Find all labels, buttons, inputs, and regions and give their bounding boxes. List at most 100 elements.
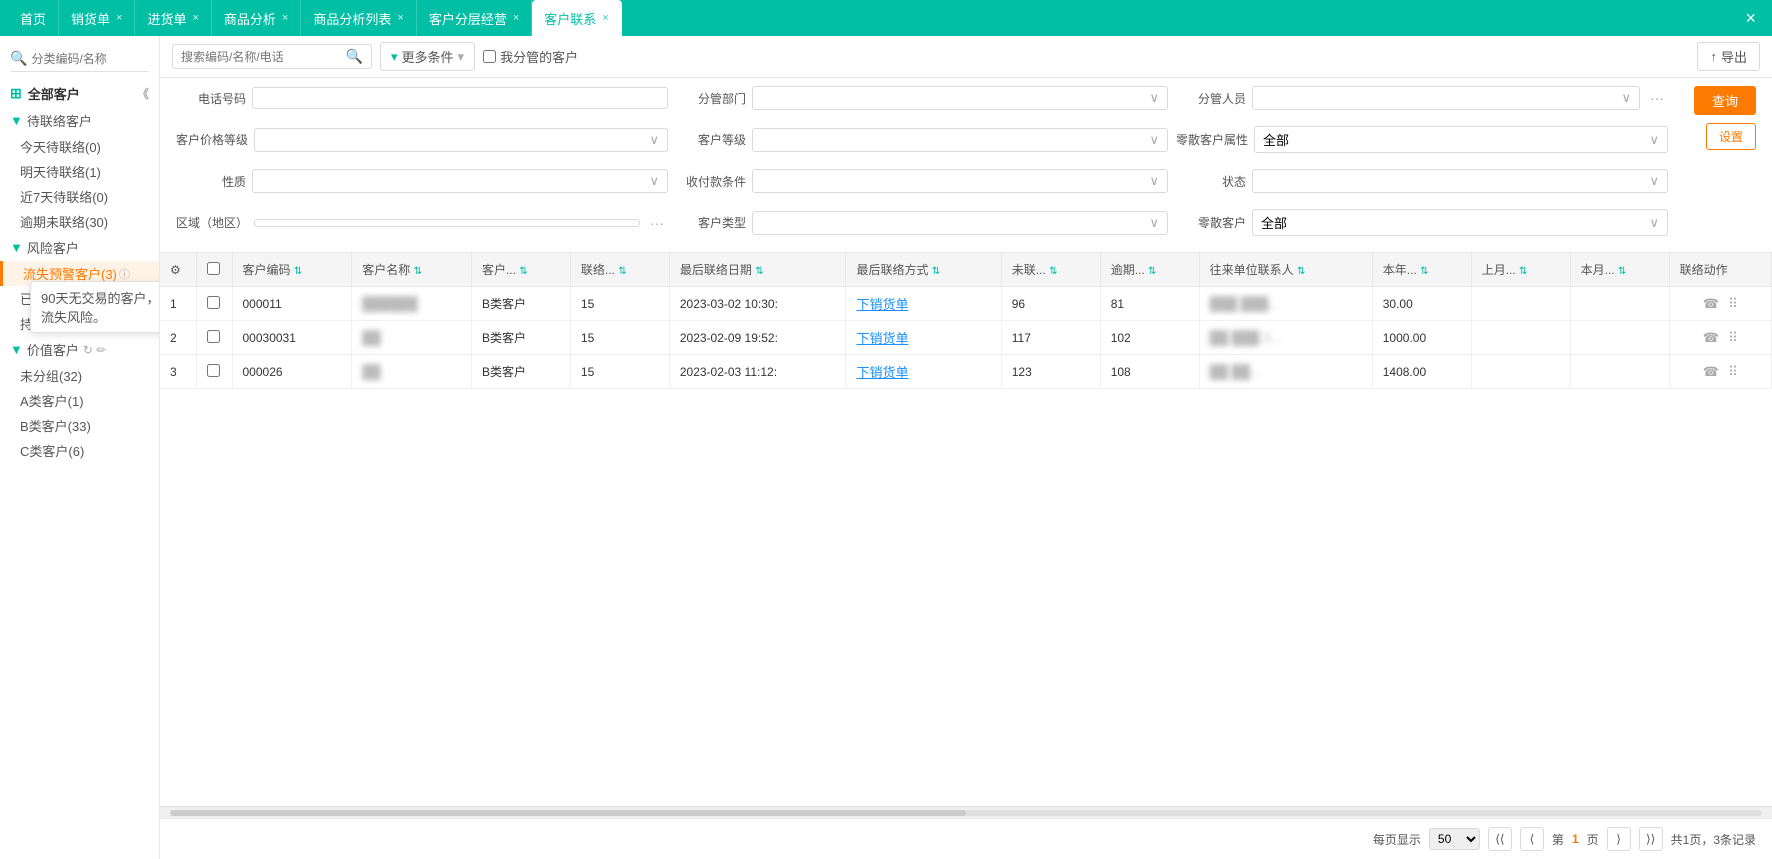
sidebar-item-class-b[interactable]: B类客户(33) <box>0 413 159 438</box>
col-name[interactable]: 客户名称 ⇅ <box>352 253 472 287</box>
horizontal-scrollbar[interactable] <box>160 806 1772 818</box>
sidebar-group-risk[interactable]: ▼ 风险客户 <box>0 234 159 261</box>
sidebar-item-tomorrow[interactable]: 明天待联络(1) <box>0 159 159 184</box>
first-page-button[interactable]: ⟨⟨ <box>1488 827 1512 851</box>
sidebar-all-customers[interactable]: ⊞ 全部客户 《 <box>0 80 159 107</box>
cell-checkbox-1[interactable] <box>196 321 232 355</box>
search-icon[interactable]: 🔍 <box>346 48 363 65</box>
query-button[interactable]: 查询 <box>1694 86 1756 115</box>
action-contact-icon-0[interactable]: ☎ <box>1703 296 1719 311</box>
cell-last-method-0[interactable]: 下销货单 <box>846 287 1001 321</box>
churn-info-icon[interactable]: ⓘ <box>119 266 130 282</box>
col-last-month[interactable]: 上月... ⇅ <box>1471 253 1570 287</box>
filter-price-level-select[interactable]: ∨ <box>254 128 668 152</box>
sidebar-item-today[interactable]: 今天待联络(0) <box>0 134 159 159</box>
cell-actions-1[interactable]: ☎ ⠿ <box>1669 321 1771 355</box>
search-input[interactable] <box>181 50 346 64</box>
sort-last-month-icon: ⇅ <box>1519 266 1527 277</box>
per-page-select[interactable]: 50 100 200 <box>1429 828 1480 850</box>
col-last-date[interactable]: 最后联络日期 ⇅ <box>669 253 846 287</box>
col-code[interactable]: 客户编码 ⇅ <box>232 253 352 287</box>
window-close-button[interactable]: × <box>1737 8 1764 29</box>
last-page-button[interactable]: ⟩⟩ <box>1639 827 1663 851</box>
tab-sales[interactable]: 销货单 × <box>59 0 135 36</box>
filter-region-more[interactable]: ··· <box>646 215 668 231</box>
filter-phone-input[interactable] <box>252 87 668 109</box>
sidebar-group-pending[interactable]: ▼ 待联络客户 <box>0 107 159 134</box>
close-tab-purchase[interactable]: × <box>192 12 198 24</box>
tab-purchase[interactable]: 进货单 × <box>135 0 211 36</box>
sidebar-item-class-c[interactable]: C类客户(6) <box>0 438 159 463</box>
close-tab-goods-analysis-list[interactable]: × <box>397 12 403 24</box>
col-overdue[interactable]: 逾期... ⇅ <box>1100 253 1199 287</box>
col-settings[interactable]: ⚙ <box>160 253 196 287</box>
filter-status-select[interactable]: ∨ <box>1252 169 1668 193</box>
action-more-icon-2[interactable]: ⠿ <box>1728 364 1738 379</box>
sidebar-item-overdue[interactable]: 逾期未联络(30) <box>0 209 159 234</box>
filter-customer-level-select[interactable]: ∨ <box>752 128 1168 152</box>
my-customers-checkbox-label[interactable]: 我分管的客户 <box>483 47 578 66</box>
filter-price-level: 客户价格等级 ∨ <box>176 128 668 152</box>
setting-button[interactable]: 设置 <box>1706 123 1756 150</box>
filter-nature-select[interactable]: ∨ <box>252 169 668 193</box>
sidebar-search-container[interactable]: 🔍 <box>10 50 149 72</box>
col-no-contact[interactable]: 未联... ⇅ <box>1001 253 1100 287</box>
next-page-button[interactable]: ⟩ <box>1607 827 1631 851</box>
export-button[interactable]: ↑ 导出 <box>1697 42 1760 71</box>
select-all-checkbox[interactable] <box>207 262 220 275</box>
prev-page-button[interactable]: ⟨ <box>1520 827 1544 851</box>
sidebar-group-value[interactable]: ▼ 价值客户 ↻ ✏ <box>0 336 159 363</box>
col-level[interactable]: 客户... ⇅ <box>471 253 570 287</box>
sidebar-item-class-a[interactable]: A类客户(1) <box>0 388 159 413</box>
filter-scattered-attr-select[interactable]: 全部 ∨ <box>1254 126 1668 153</box>
action-more-icon-0[interactable]: ⠿ <box>1728 296 1738 311</box>
my-customers-checkbox[interactable] <box>483 50 496 63</box>
row-checkbox-1[interactable] <box>207 330 220 343</box>
filter-payment-select[interactable]: ∨ <box>752 169 1168 193</box>
filter-dept-select[interactable]: ∨ <box>752 86 1168 110</box>
sidebar-search-input[interactable] <box>31 52 149 66</box>
filter-region-select[interactable] <box>254 219 640 227</box>
tab-customer-tier[interactable]: 客户分层经营 × <box>417 0 532 36</box>
sort-contact-icon: ⇅ <box>618 266 626 277</box>
action-contact-icon-2[interactable]: ☎ <box>1703 364 1719 379</box>
last-method-link-0[interactable]: 下销货单 <box>856 297 908 312</box>
close-tab-goods-analysis[interactable]: × <box>282 12 288 24</box>
more-conditions-button[interactable]: ▾ 更多条件 ▾ <box>380 42 475 71</box>
sidebar-item-7days[interactable]: 近7天待联络(0) <box>0 184 159 209</box>
search-bar[interactable]: 🔍 <box>172 44 372 69</box>
close-tab-customer-contact[interactable]: × <box>602 12 608 24</box>
tab-goods-analysis-list[interactable]: 商品分析列表 × <box>301 0 416 36</box>
cell-checkbox-2[interactable] <box>196 355 232 389</box>
row-checkbox-0[interactable] <box>207 296 220 309</box>
filter-scattered-select[interactable]: 全部 ∨ <box>1252 209 1668 236</box>
scroll-thumb[interactable] <box>170 810 966 816</box>
sort-level-icon: ⇅ <box>519 266 527 277</box>
cell-last-method-1[interactable]: 下销货单 <box>846 321 1001 355</box>
col-this-month[interactable]: 本月... ⇅ <box>1570 253 1669 287</box>
cell-actions-0[interactable]: ☎ ⠿ <box>1669 287 1771 321</box>
filter-person-more[interactable]: ··· <box>1646 90 1668 106</box>
last-method-link-2[interactable]: 下销货单 <box>856 365 908 380</box>
tab-goods-analysis[interactable]: 商品分析 × <box>212 0 301 36</box>
filter-customer-type-select[interactable]: ∨ <box>752 211 1168 235</box>
sidebar-item-ungroup[interactable]: 未分组(32) <box>0 363 159 388</box>
close-tab-sales[interactable]: × <box>116 12 122 24</box>
row-checkbox-2[interactable] <box>207 364 220 377</box>
col-contact-count[interactable]: 联络... ⇅ <box>570 253 669 287</box>
close-tab-customer-tier[interactable]: × <box>513 12 519 24</box>
last-method-link-1[interactable]: 下销货单 <box>856 331 908 346</box>
cell-last-method-2[interactable]: 下销货单 <box>846 355 1001 389</box>
cell-actions-2[interactable]: ☎ ⠿ <box>1669 355 1771 389</box>
tab-home[interactable]: 首页 <box>8 0 59 36</box>
col-checkbox[interactable] <box>196 253 232 287</box>
col-year-amount[interactable]: 本年... ⇅ <box>1372 253 1471 287</box>
filter-person-select[interactable]: ∨ <box>1252 86 1640 110</box>
action-more-icon-1[interactable]: ⠿ <box>1728 330 1738 345</box>
col-last-method[interactable]: 最后联络方式 ⇅ <box>846 253 1001 287</box>
tab-customer-contact[interactable]: 客户联系 × <box>532 0 621 36</box>
scroll-track[interactable] <box>170 810 1762 816</box>
action-contact-icon-1[interactable]: ☎ <box>1703 330 1719 345</box>
cell-checkbox-0[interactable] <box>196 287 232 321</box>
col-unit-contacts[interactable]: 往来单位联系人 ⇅ <box>1199 253 1372 287</box>
